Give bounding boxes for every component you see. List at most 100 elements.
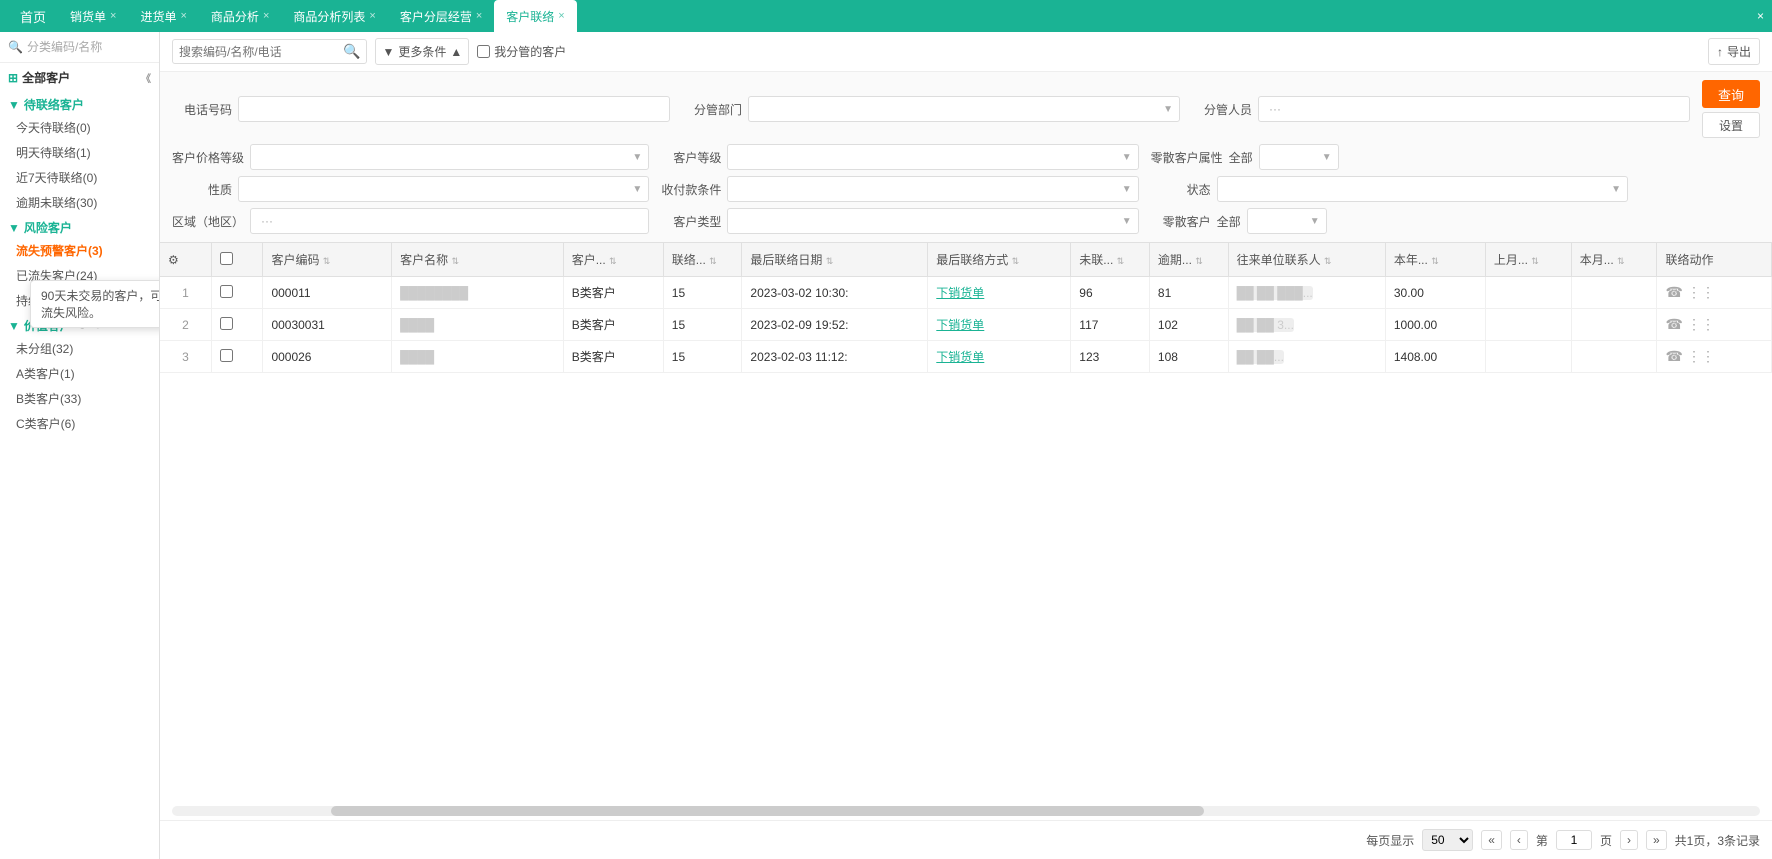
col-last-contact-date[interactable]: 最后联络日期 ⇅ [742,243,928,277]
filter-person-ellipsis[interactable]: ··· [1265,102,1285,116]
action-contact-1[interactable]: ☎ [1665,284,1682,301]
filter-nature-label: 性质 [172,181,232,198]
sidebar-item-b-class[interactable]: B类客户(33) [0,386,159,411]
filter-payment-select[interactable]: ▼ [727,176,1138,202]
action-more-2[interactable]: ⋮⋮ [1687,316,1715,333]
row-checkbox-1[interactable] [211,277,262,309]
all-customers-header[interactable]: ⊞ 全部客户 《 [0,63,159,92]
toolbar: 🔍 ▼ 更多条件 ▲ 我分管的客户 ↑ 导出 [160,32,1772,72]
sidebar-group-risk[interactable]: ▼ 风险客户 [0,215,159,238]
sidebar-item-churn-warning[interactable]: 流失预警客户(3) [0,238,159,263]
col-code[interactable]: 客户编码 ⇅ [263,243,392,277]
scrollbar-thumb[interactable] [331,806,1204,816]
filter-dept: 分管部门 ▼ [682,96,1180,122]
row-last-method-1[interactable]: 下销货单 [928,277,1071,309]
col-uncontacted[interactable]: 未联... ⇅ [1071,243,1150,277]
row-contact-2: 15 [663,309,742,341]
sidebar-collapse-btn[interactable]: 《 [141,70,151,85]
more-conditions-button[interactable]: ▼ 更多条件 ▲ [375,38,469,65]
close-purchase-tab[interactable]: × [180,10,186,22]
page-label-after: 页 [1600,832,1612,849]
col-overdue[interactable]: 逾期... ⇅ [1149,243,1228,277]
sidebar-item-ungrouped[interactable]: 未分组(32) [0,336,159,361]
customer-type-arrow: ▼ [1122,216,1132,227]
col-contact[interactable]: 联络... ⇅ [663,243,742,277]
row-type-3: B类客户 [563,341,663,373]
col-contact-person[interactable]: 往来单位联系人 ⇅ [1228,243,1385,277]
row-checkbox-2[interactable] [211,309,262,341]
close-customer-layer-tab[interactable]: × [476,10,482,22]
col-settings[interactable]: ⚙ [160,243,211,277]
sidebar-group-pending[interactable]: ▼ 待联络客户 [0,92,159,115]
filter-status-select[interactable]: ▼ [1217,176,1628,202]
nav-home[interactable]: 首页 [8,0,58,32]
filter-customer-type-select[interactable]: ▼ [727,208,1138,234]
nav-tab-analysis-list[interactable]: 商品分析列表 × [281,0,387,32]
filter-dept-select[interactable]: ▼ [748,96,1180,122]
table-row: 3 000026 ████ B类客户 15 2023-02-03 11:12: … [160,341,1772,373]
sidebar-item-a-class[interactable]: A类客户(1) [0,361,159,386]
filter-retail-attr-select[interactable]: ▼ [1259,144,1339,170]
nav-tab-customer-layer[interactable]: 客户分层经营 × [388,0,494,32]
page-number-input[interactable] [1556,830,1592,850]
col-name[interactable]: 客户名称 ⇅ [392,243,564,277]
top-nav-close-all[interactable]: × [1757,9,1764,23]
close-analysis-list-tab[interactable]: × [369,10,375,22]
nav-tab-purchase[interactable]: 进货单 × [128,0,198,32]
filter-phone-input[interactable] [238,96,670,122]
search-button[interactable]: 🔍 [343,43,360,60]
prev-page-button[interactable]: ‹ [1510,830,1528,850]
filter-customer-level-select[interactable]: ▼ [727,144,1138,170]
per-page-select[interactable]: 50 100 200 [1422,829,1473,851]
top-nav-bar: 首页 销货单 × 进货单 × 商品分析 × 商品分析列表 × 客户分层经营 × … [0,0,1772,32]
my-customers-checkbox[interactable] [477,45,490,58]
nav-tab-sales[interactable]: 销货单 × [58,0,128,32]
filter-price-level-select[interactable]: ▼ [250,144,649,170]
sidebar-item-tomorrow[interactable]: 明天待联络(1) [0,140,159,165]
horizontal-scrollbar[interactable] [172,806,1760,816]
action-more-1[interactable]: ⋮⋮ [1687,284,1715,301]
action-more-3[interactable]: ⋮⋮ [1687,348,1715,365]
last-page-button[interactable]: » [1646,830,1667,850]
row-uncontacted-1: 96 [1071,277,1150,309]
action-contact-3[interactable]: ☎ [1665,348,1682,365]
nav-tab-analysis[interactable]: 商品分析 × [199,0,281,32]
table-row: 2 00030031 ████ B类客户 15 2023-02-09 19:52… [160,309,1772,341]
settings-button[interactable]: 设置 [1702,112,1760,138]
filter-person-select[interactable]: ··· [1258,96,1690,122]
search-input[interactable] [179,45,339,59]
my-customers-checkbox-wrap[interactable]: 我分管的客户 [477,43,566,60]
sidebar-item-today[interactable]: 今天待联络(0) [0,115,159,140]
sidebar-item-7days[interactable]: 近7天待联络(0) [0,165,159,190]
col-checkbox[interactable] [211,243,262,277]
filter-retail-customer-select[interactable]: ▼ [1247,208,1327,234]
filter-region-select[interactable]: ··· [250,208,649,234]
select-all-checkbox[interactable] [220,252,233,265]
row-this-month-2 [1571,309,1657,341]
close-analysis-tab[interactable]: × [263,10,269,22]
filter-region-ellipsis[interactable]: ··· [257,214,277,228]
first-page-button[interactable]: « [1481,830,1502,850]
query-button[interactable]: 查询 [1702,80,1760,108]
close-sales-tab[interactable]: × [110,10,116,22]
nav-tab-customer-contact[interactable]: 客户联络 × [494,0,576,32]
close-customer-contact-tab[interactable]: × [558,10,564,22]
col-last-contact-method[interactable]: 最后联络方式 ⇅ [928,243,1071,277]
filter-nature-select[interactable]: ▼ [238,176,649,202]
col-last-month[interactable]: 上月... ⇅ [1485,243,1571,277]
next-page-button[interactable]: › [1620,830,1638,850]
sidebar-search-input[interactable] [27,40,160,54]
action-contact-2[interactable]: ☎ [1665,316,1682,333]
export-button[interactable]: ↑ 导出 [1708,38,1760,65]
row-checkbox-3[interactable] [211,341,262,373]
col-type[interactable]: 客户... ⇅ [563,243,663,277]
row-last-method-3[interactable]: 下销货单 [928,341,1071,373]
export-icon: ↑ [1717,45,1723,59]
sidebar-item-overdue[interactable]: 逾期未联络(30) [0,190,159,215]
col-this-month[interactable]: 本月... ⇅ [1571,243,1657,277]
sidebar-item-c-class[interactable]: C类客户(6) [0,411,159,436]
table-container: ⚙ 客户编码 ⇅ 客户名称 ⇅ 客户... ⇅ 联络... ⇅ 最后联络日期 ⇅… [160,243,1772,806]
row-last-method-2[interactable]: 下销货单 [928,309,1071,341]
col-this-year[interactable]: 本年... ⇅ [1385,243,1485,277]
retail-attr-arrow: ▼ [1322,152,1332,163]
